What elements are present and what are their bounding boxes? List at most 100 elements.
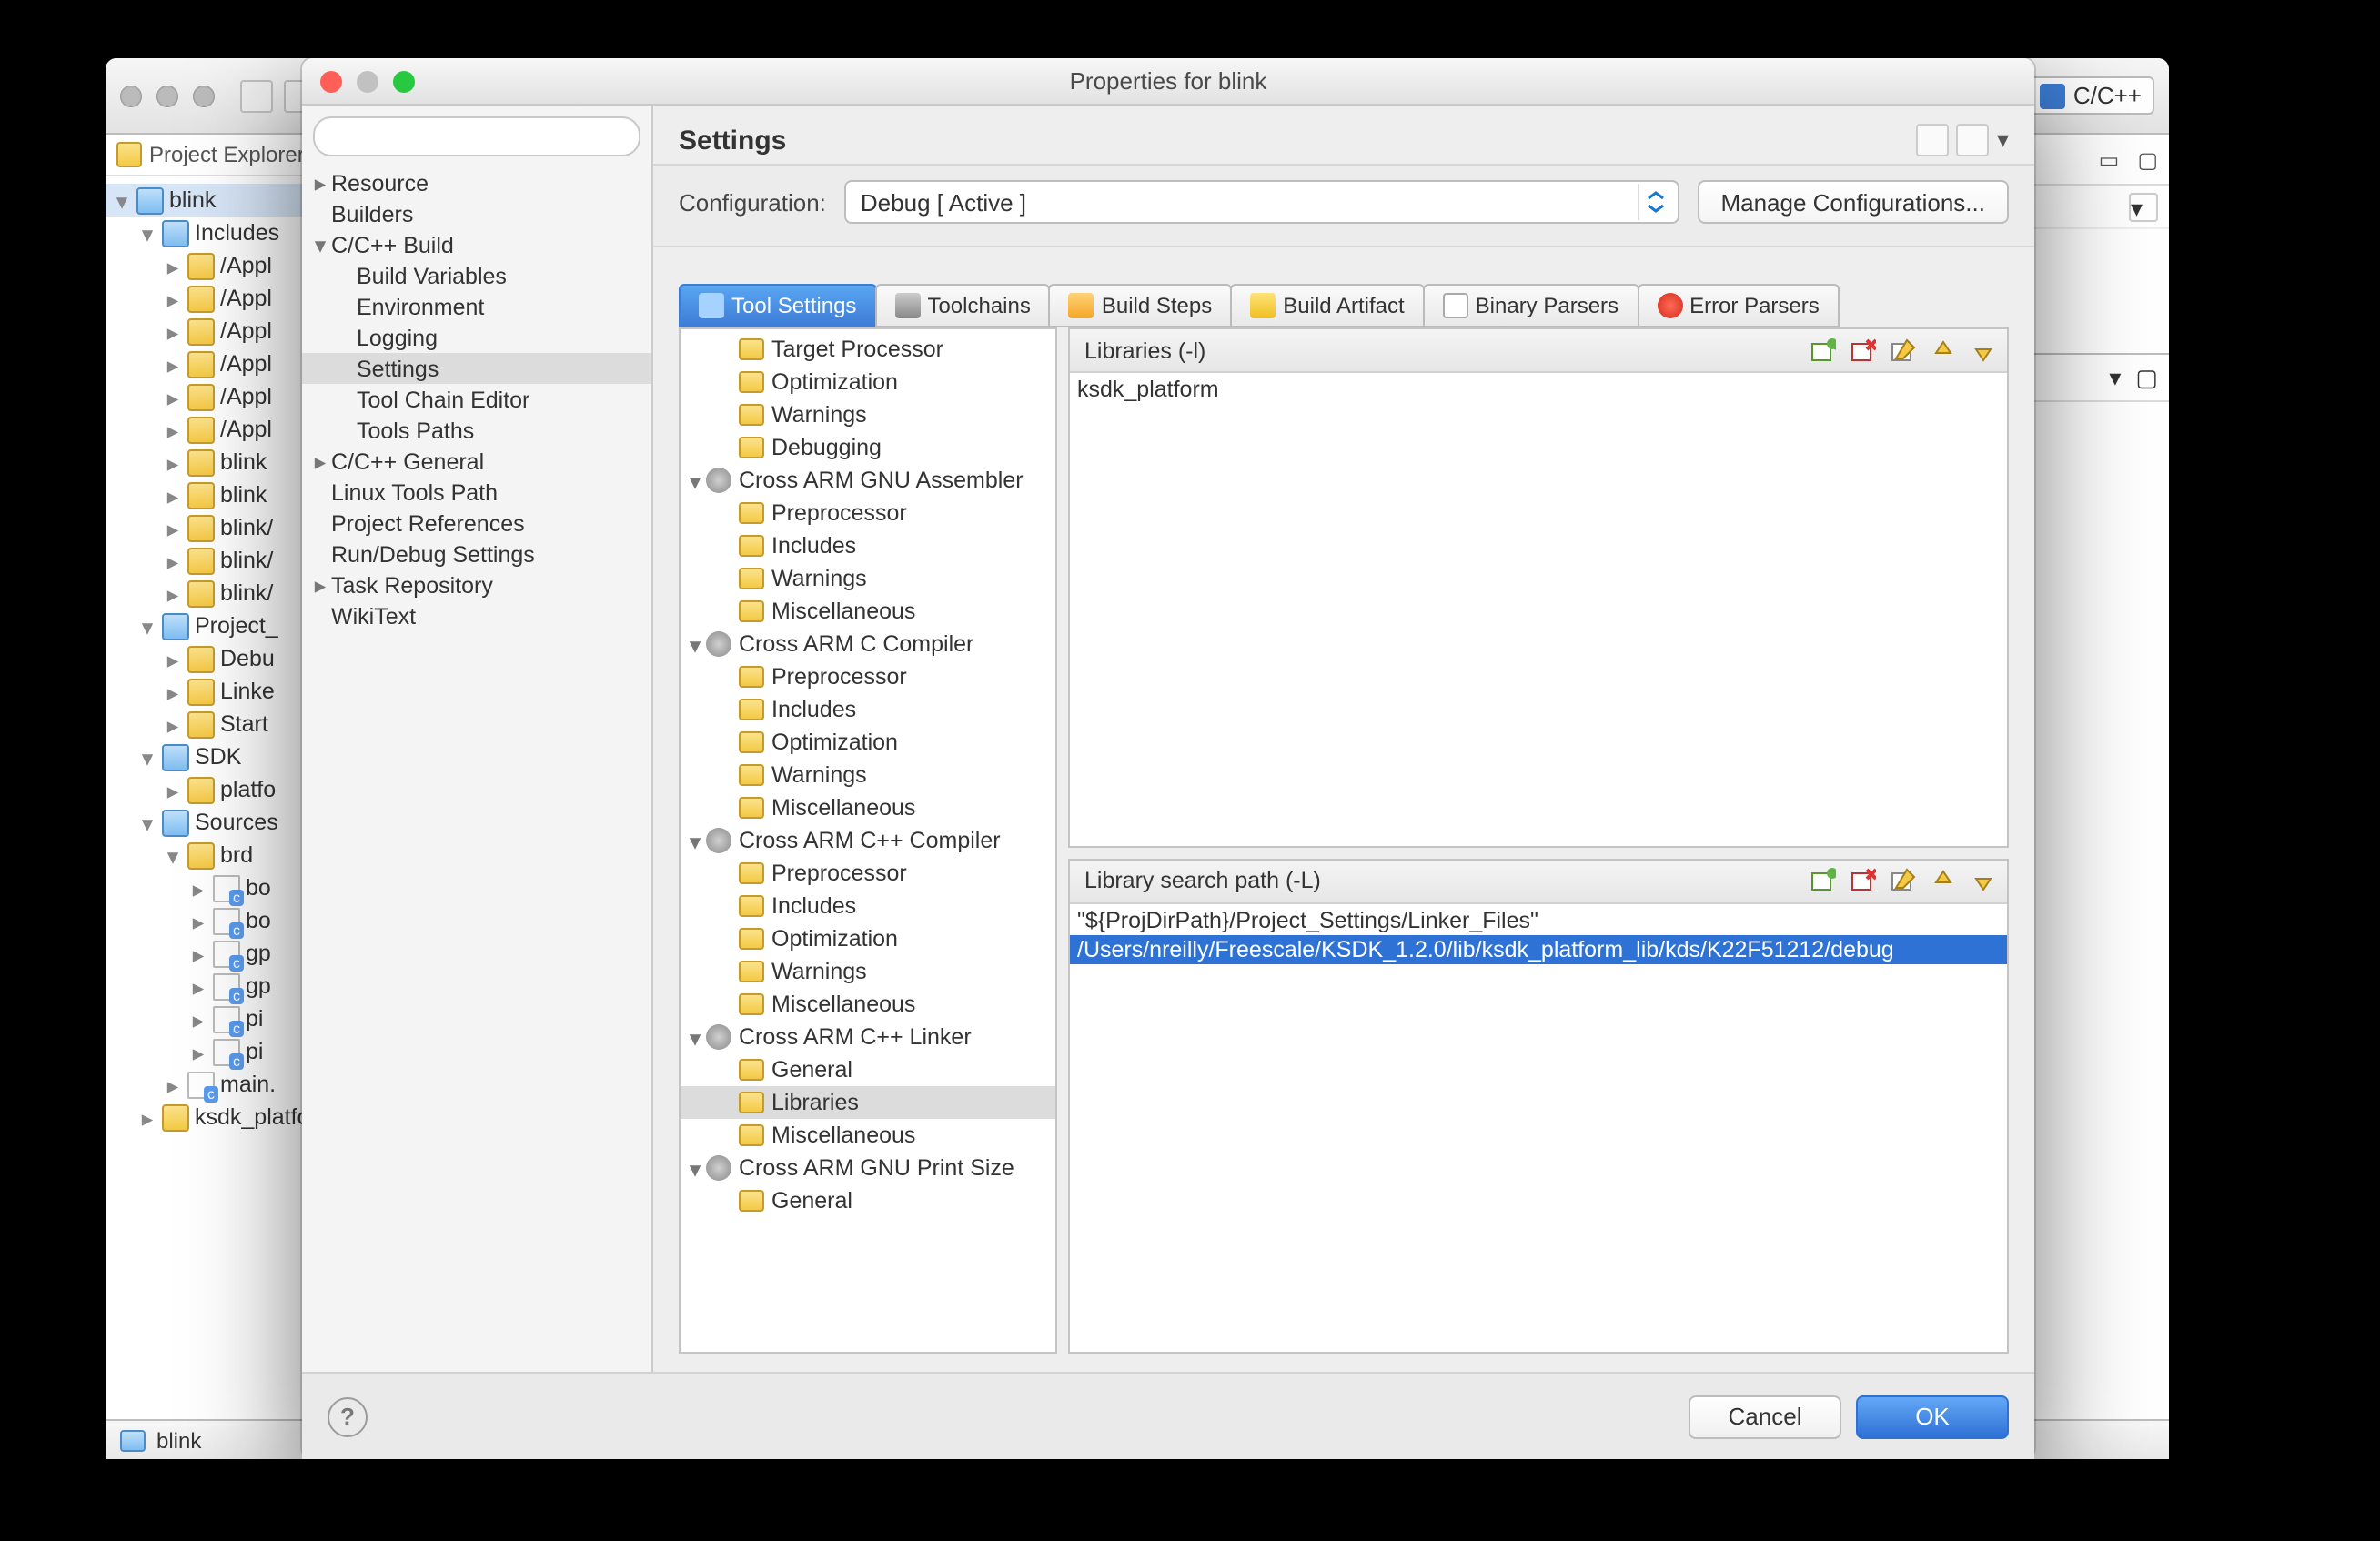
folder-icon bbox=[739, 961, 764, 982]
libraries-items[interactable]: ksdk_platform bbox=[1070, 373, 2007, 846]
caret-icon: ▸ bbox=[164, 317, 182, 345]
tool-includes[interactable]: Includes bbox=[681, 890, 1055, 922]
minimize-window-icon[interactable] bbox=[357, 71, 378, 93]
tool-miscellaneous[interactable]: Miscellaneous bbox=[681, 791, 1055, 824]
folder-icon bbox=[739, 1190, 764, 1212]
cancel-button[interactable]: Cancel bbox=[1689, 1395, 1841, 1438]
category-environment[interactable]: Environment bbox=[302, 291, 651, 322]
view-menu-icon[interactable]: ▾ bbox=[2129, 192, 2158, 221]
category-build-variables[interactable]: Build Variables bbox=[302, 260, 651, 291]
help-button[interactable]: ? bbox=[328, 1396, 368, 1436]
tool-includes[interactable]: Includes bbox=[681, 693, 1055, 726]
library-item[interactable]: ksdk_platform bbox=[1070, 375, 2007, 404]
tool-settings-tree[interactable]: Target ProcessorOptimizationWarningsDebu… bbox=[679, 327, 1057, 1354]
tool-warnings[interactable]: Warnings bbox=[681, 759, 1055, 791]
tab-build-artifact[interactable]: Build Artifact bbox=[1230, 284, 1424, 327]
category-c-c-build[interactable]: ▾C/C++ Build bbox=[302, 229, 651, 260]
tool-includes[interactable]: Includes bbox=[681, 529, 1055, 562]
maximize-icon[interactable]: ▢ bbox=[2137, 146, 2158, 172]
tool-preprocessor[interactable]: Preprocessor bbox=[681, 857, 1055, 890]
move-down-icon[interactable] bbox=[1967, 865, 2000, 898]
tool-optimization[interactable]: Optimization bbox=[681, 366, 1055, 398]
dialog-traffic-lights[interactable] bbox=[320, 71, 415, 93]
tool-cross-arm-gnu-assembler[interactable]: ▾Cross ARM GNU Assembler bbox=[681, 464, 1055, 497]
forward-button[interactable] bbox=[1957, 124, 1990, 156]
category-tree[interactable]: ▸ResourceBuilders▾C/C++ BuildBuild Varia… bbox=[302, 167, 651, 1372]
err-icon bbox=[1657, 293, 1682, 318]
tool-warnings[interactable]: Warnings bbox=[681, 955, 1055, 988]
category-linux-tools-path[interactable]: Linux Tools Path bbox=[302, 477, 651, 508]
delete-icon[interactable] bbox=[1847, 334, 1880, 367]
tool-preprocessor[interactable]: Preprocessor bbox=[681, 660, 1055, 693]
category-settings[interactable]: Settings bbox=[302, 353, 651, 384]
move-up-icon[interactable] bbox=[1927, 865, 1960, 898]
perspective-switcher[interactable]: C/C++ bbox=[2028, 76, 2154, 115]
category-run-debug-settings[interactable]: Run/Debug Settings bbox=[302, 539, 651, 569]
dialog-titlebar[interactable]: Properties for blink bbox=[302, 58, 2034, 106]
toolbar-button[interactable] bbox=[240, 79, 273, 112]
tool-cross-arm-c-linker[interactable]: ▾Cross ARM C++ Linker bbox=[681, 1021, 1055, 1053]
folder-icon bbox=[187, 481, 215, 509]
edit-icon[interactable] bbox=[1887, 334, 1920, 367]
tool-warnings[interactable]: Warnings bbox=[681, 562, 1055, 595]
settings-tabs: Tool SettingsToolchainsBuild StepsBuild … bbox=[653, 284, 2034, 327]
manage-configurations-button[interactable]: Manage Configurations... bbox=[1697, 180, 2009, 224]
add-icon[interactable] bbox=[1807, 865, 1840, 898]
view-menu-icon[interactable]: ▾ bbox=[1997, 126, 2009, 155]
bin-icon bbox=[1443, 293, 1468, 318]
caret-icon: ▸ bbox=[164, 448, 182, 476]
library-path-item[interactable]: "${ProjDirPath}/Project_Settings/Linker_… bbox=[1070, 906, 2007, 935]
tool-general[interactable]: General bbox=[681, 1053, 1055, 1086]
category-task-repository[interactable]: ▸Task Repository bbox=[302, 569, 651, 600]
back-button[interactable] bbox=[1917, 124, 1950, 156]
folder-icon bbox=[739, 1124, 764, 1146]
category-project-references[interactable]: Project References bbox=[302, 508, 651, 539]
move-down-icon[interactable] bbox=[1967, 334, 2000, 367]
tool-miscellaneous[interactable]: Miscellaneous bbox=[681, 988, 1055, 1021]
tool-miscellaneous[interactable]: Miscellaneous bbox=[681, 595, 1055, 628]
library-paths-items[interactable]: "${ProjDirPath}/Project_Settings/Linker_… bbox=[1070, 904, 2007, 1353]
category-resource[interactable]: ▸Resource bbox=[302, 167, 651, 198]
tool-cross-arm-gnu-print-size[interactable]: ▾Cross ARM GNU Print Size bbox=[681, 1152, 1055, 1184]
category-tool-chain-editor[interactable]: Tool Chain Editor bbox=[302, 384, 651, 415]
move-up-icon[interactable] bbox=[1927, 334, 1960, 367]
caret-icon: ▸ bbox=[164, 776, 182, 803]
tab-error-parsers[interactable]: Error Parsers bbox=[1637, 284, 1840, 327]
tool-general[interactable]: General bbox=[681, 1184, 1055, 1217]
configuration-select[interactable]: Debug [ Active ] bbox=[844, 180, 1679, 224]
add-icon[interactable] bbox=[1807, 334, 1840, 367]
tool-preprocessor[interactable]: Preprocessor bbox=[681, 497, 1055, 529]
tool-cross-arm-c-compiler[interactable]: ▾Cross ARM C Compiler bbox=[681, 628, 1055, 660]
tool-optimization[interactable]: Optimization bbox=[681, 922, 1055, 955]
category-tools-paths[interactable]: Tools Paths bbox=[302, 415, 651, 446]
tool-warnings[interactable]: Warnings bbox=[681, 398, 1055, 431]
close-window-icon[interactable] bbox=[320, 71, 342, 93]
tool-optimization[interactable]: Optimization bbox=[681, 726, 1055, 759]
category-logging[interactable]: Logging bbox=[302, 322, 651, 353]
zoom-window-icon[interactable] bbox=[393, 71, 415, 93]
ok-button[interactable]: OK bbox=[1856, 1395, 2009, 1438]
folder-icon bbox=[739, 338, 764, 360]
edit-icon[interactable] bbox=[1887, 865, 1920, 898]
project-explorer-title: Project Explorer bbox=[149, 142, 305, 167]
maximize-icon[interactable]: ▢ bbox=[2135, 363, 2158, 392]
filter-input[interactable] bbox=[313, 116, 640, 156]
tab-build-steps[interactable]: Build Steps bbox=[1049, 284, 1232, 327]
tool-miscellaneous[interactable]: Miscellaneous bbox=[681, 1119, 1055, 1152]
tool-libraries[interactable]: Libraries bbox=[681, 1086, 1055, 1119]
tool-target-processor[interactable]: Target Processor bbox=[681, 333, 1055, 366]
tool-cross-arm-c-compiler[interactable]: ▾Cross ARM C++ Compiler bbox=[681, 824, 1055, 857]
category-builders[interactable]: Builders bbox=[302, 198, 651, 229]
tool-debugging[interactable]: Debugging bbox=[681, 431, 1055, 464]
caret-icon: ▸ bbox=[164, 1071, 182, 1098]
minimize-icon[interactable]: ▾ bbox=[2109, 363, 2121, 392]
tab-tool-settings[interactable]: Tool Settings bbox=[679, 284, 876, 327]
tab-toolchains[interactable]: Toolchains bbox=[874, 284, 1050, 327]
library-path-item[interactable]: /Users/nreilly/Freescale/KSDK_1.2.0/lib/… bbox=[1070, 935, 2007, 964]
window-traffic-lights[interactable] bbox=[120, 85, 229, 106]
minimize-icon[interactable]: ▭ bbox=[2099, 146, 2120, 172]
category-wikitext[interactable]: WikiText bbox=[302, 600, 651, 631]
delete-icon[interactable] bbox=[1847, 865, 1880, 898]
category-c-c-general[interactable]: ▸C/C++ General bbox=[302, 446, 651, 477]
tab-binary-parsers[interactable]: Binary Parsers bbox=[1423, 284, 1639, 327]
